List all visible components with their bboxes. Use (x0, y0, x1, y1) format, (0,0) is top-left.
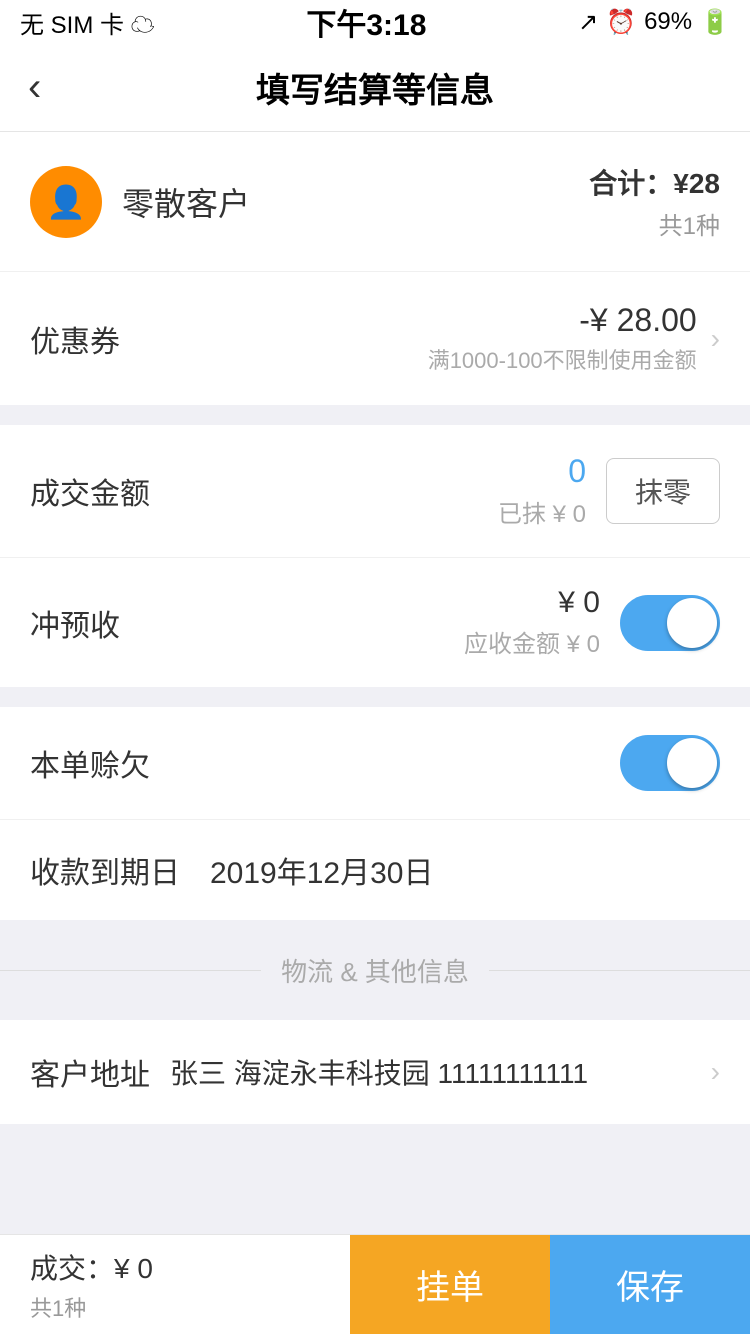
customer-total: 合计：¥28 共1种 (589, 162, 720, 241)
nav-bar: ‹ 填写结算等信息 (0, 44, 750, 132)
status-time: 下午3:18 (306, 0, 426, 44)
customer-section: 👤 零散客户 合计：¥28 共1种 优惠券 -¥ 28.00 满1000-100… (0, 132, 750, 405)
total-amount: 合计：¥28 (589, 162, 720, 202)
customer-row: 👤 零散客户 合计：¥28 共1种 (0, 132, 750, 271)
ben-shan-row: 本单赊欠 (0, 707, 750, 819)
due-date-label: 收款到期日 (30, 848, 180, 892)
ben-shan-section: 本单赊欠 收款到期日 2019年12月30日 (0, 707, 750, 920)
deal-amount-right: 0 已抹 ¥ 0 抹零 (498, 453, 720, 529)
hang-button[interactable]: 挂单 (350, 1235, 550, 1334)
gap-4 (0, 1000, 750, 1020)
bottom-bar: 成交：¥ 0 共1种 挂单 保存 (0, 1234, 750, 1334)
deal-amount-section: 成交金额 0 已抹 ¥ 0 抹零 冲预收 ¥ 0 应收金额 ¥ 0 (0, 425, 750, 687)
back-button[interactable]: ‹ (28, 65, 41, 110)
deal-amount-label: 成交金额 (30, 469, 150, 513)
bottom-deal-value: ¥ 0 (114, 1253, 153, 1284)
round-zero-button[interactable]: 抹零 (606, 458, 720, 524)
save-button[interactable]: 保存 (550, 1235, 750, 1334)
bottom-deal-label: 成交：¥ 0 (30, 1247, 320, 1287)
page-title: 填写结算等信息 (256, 63, 494, 112)
chong-yushou-sub: 应收金额 ¥ 0 (464, 624, 600, 659)
due-date-row: 收款到期日 2019年12月30日 (0, 819, 750, 920)
coupon-chevron-icon: › (711, 323, 720, 355)
sim-status: 无 SIM 卡 ☁ (20, 5, 155, 40)
chong-yushou-row: 冲预收 ¥ 0 应收金额 ¥ 0 (0, 558, 750, 687)
due-date-value: 2019年12月30日 (210, 848, 433, 892)
status-right: ↗ ⏰ 69% 🔋 (578, 8, 730, 37)
divider-text: 物流 & 其他信息 (261, 952, 489, 989)
gap-2 (0, 687, 750, 707)
ben-shan-toggle[interactable] (620, 735, 720, 791)
alarm-icon: ⏰ (606, 8, 636, 37)
gap-1 (0, 405, 750, 425)
deal-amount-sub: 已抹 ¥ 0 (498, 494, 586, 529)
coupon-right: -¥ 28.00 满1000-100不限制使用金额 › (428, 302, 720, 375)
chong-yushou-value: ¥ 0 (464, 586, 600, 620)
chong-yushou-right: ¥ 0 应收金额 ¥ 0 (464, 586, 720, 659)
total-count: 共1种 (589, 206, 720, 241)
coupon-discount: -¥ 28.00 (428, 302, 697, 339)
coupon-desc: 满1000-100不限制使用金额 (428, 343, 697, 375)
bottom-count: 共1种 (30, 1291, 320, 1323)
avatar-icon: 👤 (46, 183, 86, 221)
address-row[interactable]: 客户地址 张三 海淀永丰科技园 11111111111 › (0, 1020, 750, 1124)
chong-yushou-label: 冲预收 (30, 601, 120, 645)
coupon-row[interactable]: 优惠券 -¥ 28.00 满1000-100不限制使用金额 › (0, 271, 750, 405)
deal-amount-row: 成交金额 0 已抹 ¥ 0 抹零 (0, 425, 750, 558)
ben-shan-label: 本单赊欠 (30, 741, 150, 785)
address-chevron-icon: › (711, 1056, 720, 1088)
coupon-label: 优惠券 (30, 317, 120, 361)
chong-yushou-toggle[interactable] (620, 595, 720, 651)
location-icon: ↗ (578, 8, 598, 37)
customer-name: 零散客户 (122, 179, 250, 225)
deal-amount-value: 0 (498, 453, 586, 490)
gap-3 (0, 920, 750, 940)
avatar: 👤 (30, 166, 102, 238)
main-content: 👤 零散客户 合计：¥28 共1种 优惠券 -¥ 28.00 满1000-100… (0, 132, 750, 1244)
address-value: 张三 海淀永丰科技园 11111111111 (170, 1052, 701, 1092)
bottom-info: 成交：¥ 0 共1种 (0, 1247, 350, 1323)
toggle-knob (667, 598, 717, 648)
status-left: 无 SIM 卡 ☁ (20, 5, 155, 40)
battery-icon: 🔋 (700, 8, 730, 37)
address-label: 客户地址 (30, 1050, 150, 1094)
address-section: 客户地址 张三 海淀永丰科技园 11111111111 › (0, 1020, 750, 1124)
toggle-knob-2 (667, 738, 717, 788)
bottom-deal-text: 成交： (30, 1253, 114, 1284)
logistics-divider: 物流 & 其他信息 (0, 940, 750, 1000)
customer-left: 👤 零散客户 (30, 166, 250, 238)
status-bar: 无 SIM 卡 ☁ 下午3:18 ↗ ⏰ 69% 🔋 (0, 0, 750, 44)
battery-level: 69% (644, 8, 692, 36)
